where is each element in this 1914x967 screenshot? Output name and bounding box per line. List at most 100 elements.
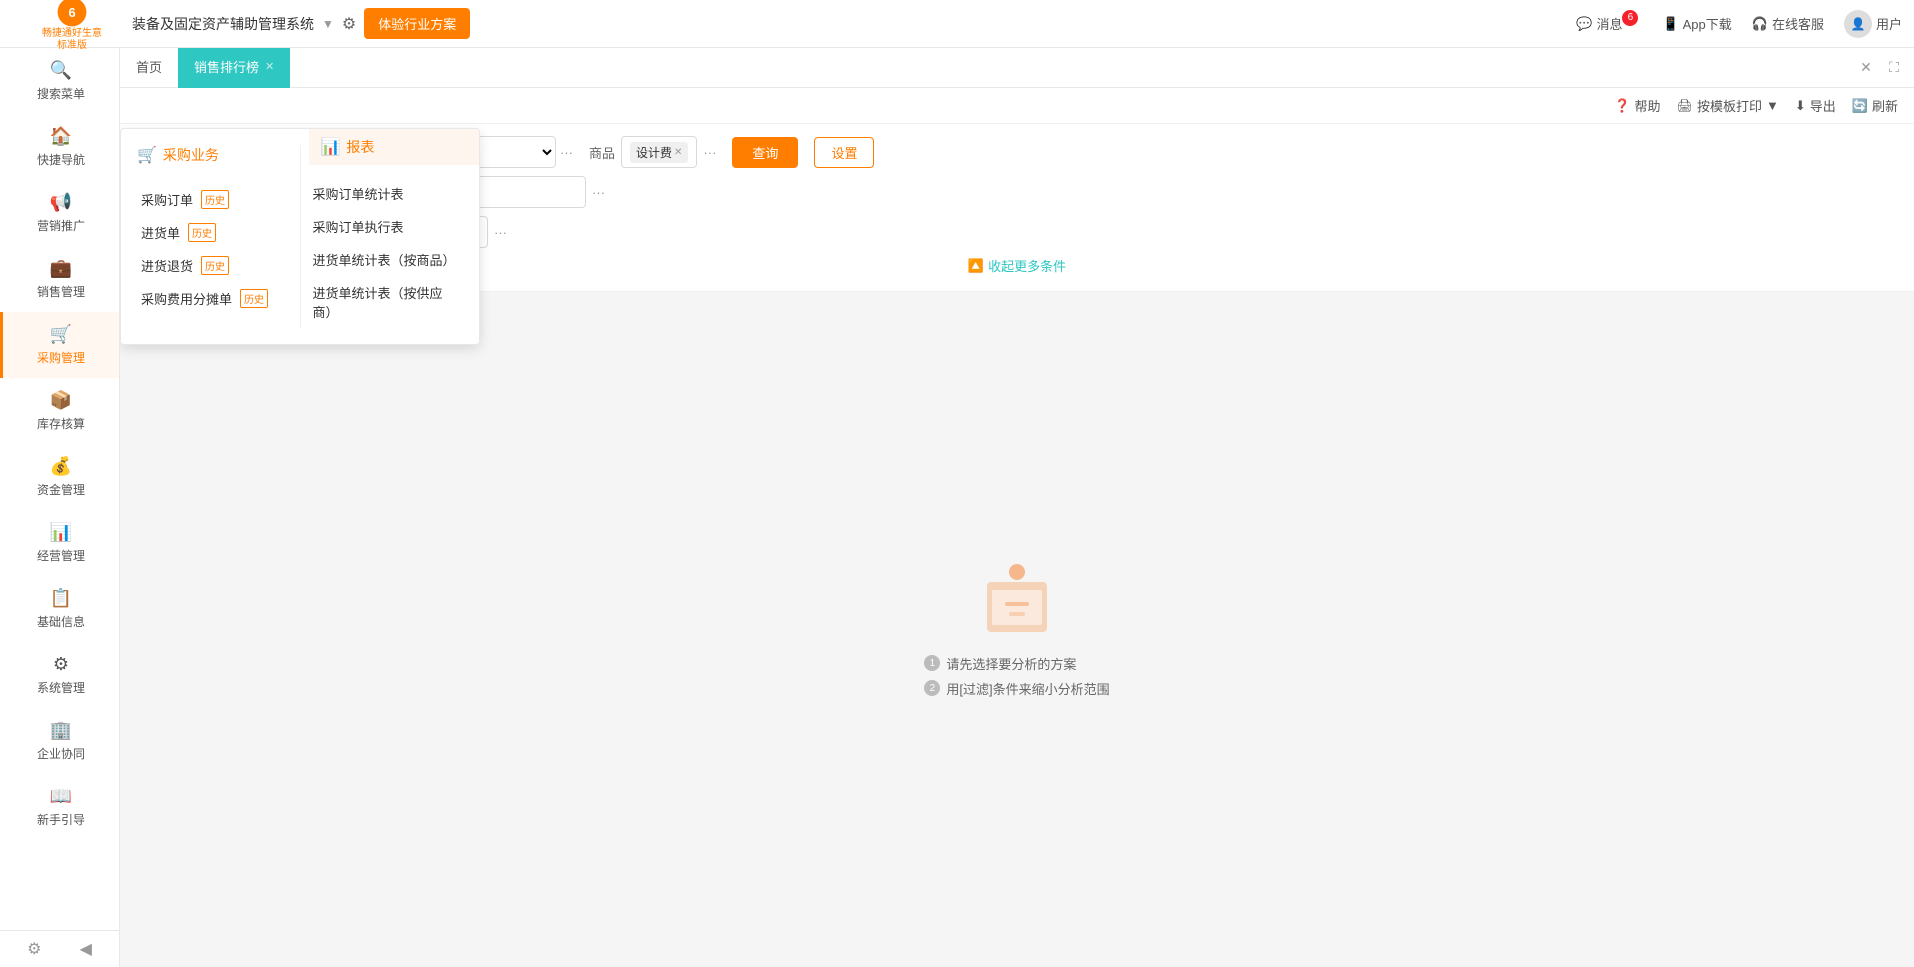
empty-state: 1 请先选择要分析的方案 2 用[过滤]条件来缩小分析范围 (120, 292, 1914, 967)
menu-item-order-stat[interactable]: 采购订单统计表 (309, 177, 464, 210)
content-wrapper: 🛒 采购业务 采购订单 历史 进货单 历史 进货退货 历史 (120, 88, 1914, 967)
system-icon: ⚙ (53, 654, 69, 675)
sidebar-item-inventory[interactable]: 📦 库存核算 (0, 378, 119, 444)
sidebar-item-purchase[interactable]: 🛒 采购管理 (0, 312, 119, 378)
query-button[interactable]: 查询 (732, 137, 798, 168)
goods-tag-text: 设计费 (636, 144, 672, 161)
collapse-icon: 🔼 (968, 258, 984, 274)
menu-col-purchase: 🛒 采购业务 采购订单 历史 进货单 历史 进货退货 历史 (137, 145, 292, 328)
goods-dots[interactable]: ··· (703, 145, 716, 160)
report-menu-icon: 📊 (321, 137, 341, 157)
tab-fullscreen-btn[interactable]: ⛶ (1882, 56, 1906, 80)
message-badge: 6 (1622, 10, 1638, 26)
header-right: 💬 消息 6 📱 App下载 🎧 在线客服 👤 用户 (1576, 10, 1902, 38)
sidebar-settings-icon[interactable]: ⚙ (27, 939, 41, 959)
step-num-2: 2 (924, 680, 940, 696)
sidebar-label-finance: 资金管理 (37, 481, 85, 498)
export-icon: ⬇ (1795, 98, 1806, 114)
customer-dots[interactable]: ··· (494, 225, 507, 240)
sidebar-item-sales[interactable]: 💼 销售管理 (0, 246, 119, 312)
headset-icon: 🎧 (1752, 16, 1768, 32)
collapse-btn[interactable]: 🔼 收起更多条件 (968, 256, 1066, 275)
menu-item-order-exec[interactable]: 采购订单执行表 (309, 210, 464, 243)
message-action[interactable]: 💬 消息 6 (1576, 14, 1642, 33)
user-action[interactable]: 👤 用户 (1844, 10, 1902, 38)
tab-close-icon[interactable]: ✕ (265, 60, 274, 73)
tab-controls: ✕ ⛶ (1846, 56, 1914, 80)
menu-divider (300, 145, 301, 328)
inventory-icon: 📦 (50, 390, 72, 411)
help-btn[interactable]: ❓ 帮助 (1614, 96, 1660, 115)
sidebar-item-operations[interactable]: 📊 经营管理 (0, 510, 119, 576)
finance-icon: 💰 (50, 456, 72, 477)
online-service-action[interactable]: 🎧 在线客服 (1752, 14, 1824, 33)
toolbar: ❓ 帮助 🖨 按模板打印 ▼ ⬇ 导出 🔄 刷新 (120, 88, 1914, 124)
tab-home[interactable]: 首页 (120, 48, 178, 88)
setting-button[interactable]: 设置 (814, 137, 874, 168)
avatar: 👤 (1844, 10, 1872, 38)
bill-status-dots[interactable]: ··· (560, 145, 573, 160)
content-area: 首页 销售排行榜 ✕ ✕ ⛶ 🛒 采购业务 (120, 48, 1914, 967)
trial-button[interactable]: 体验行业方案 (364, 8, 470, 39)
system-title-area: 装备及固定资产辅助管理系统 ▼ ⚙ 体验行业方案 (132, 8, 1576, 39)
sidebar-item-basic-info[interactable]: 📋 基础信息 (0, 576, 119, 642)
message-icon: 💬 (1576, 16, 1592, 32)
chevron-down-icon[interactable]: ▼ (322, 17, 334, 31)
hist-badge-2: 历史 (188, 223, 216, 242)
menu-item-expense[interactable]: 采购费用分摊单 历史 (137, 282, 292, 315)
help-icon: ❓ (1614, 98, 1630, 114)
sidebar-label-purchase: 采购管理 (37, 349, 85, 366)
message-label: 消息 (1596, 14, 1622, 33)
sidebar-bottom: ⚙ ◀ (0, 930, 119, 967)
empty-tip2-label: 用[过滤]条件来缩小分析范围 (946, 679, 1109, 698)
step-num-1: 1 (924, 655, 940, 671)
online-service-label: 在线客服 (1772, 14, 1824, 33)
empty-tip-1: 1 请先选择要分析的方案 (924, 654, 1109, 673)
sidebar-label-operations: 经营管理 (37, 547, 85, 564)
basic-info-icon: 📋 (50, 588, 72, 609)
sidebar-item-enterprise[interactable]: 🏢 企业协同 (0, 708, 119, 774)
user-label: 用户 (1876, 14, 1902, 33)
sidebar-label-quick-nav: 快捷导航 (37, 151, 85, 168)
menu-item-inbound-goods[interactable]: 进货单统计表（按商品） (309, 243, 464, 276)
menu-col-report-title: 📊 报表 (309, 129, 480, 165)
goods-tag-close[interactable]: ✕ (674, 147, 682, 158)
hist-badge-3: 历史 (201, 256, 229, 275)
menu-label-order-stat: 采购订单统计表 (313, 184, 404, 203)
menu-item-return[interactable]: 进货退货 历史 (137, 249, 292, 282)
sidebar-item-system[interactable]: ⚙ 系统管理 (0, 642, 119, 708)
menu-item-purchase-order[interactable]: 采购订单 历史 (137, 183, 292, 216)
sidebar-item-search[interactable]: 🔍 搜索菜单 (0, 48, 119, 114)
sidebar-item-newbie[interactable]: 📖 新手引导 (0, 774, 119, 840)
refresh-btn[interactable]: 🔄 刷新 (1852, 96, 1898, 115)
empty-tip-2: 2 用[过滤]条件来缩小分析范围 (924, 679, 1109, 698)
main-layout: 🔍 搜索菜单 🏠 快捷导航 📢 营销推广 💼 销售管理 🛒 采购管理 📦 库存核… (0, 48, 1914, 967)
print-btn[interactable]: 🖨 按模板打印 ▼ (1676, 96, 1778, 115)
staff-dots[interactable]: ··· (592, 185, 605, 200)
tab-sales-ranking[interactable]: 销售排行榜 ✕ (178, 48, 290, 88)
menu-item-inbound-supplier[interactable]: 进货单统计表（按供应商） (309, 276, 464, 328)
goods-tag: 设计费 ✕ (630, 142, 688, 163)
sidebar-collapse-icon[interactable]: ◀ (80, 939, 92, 959)
home-icon: 🏠 (50, 126, 72, 147)
sidebar-item-quick-nav[interactable]: 🏠 快捷导航 (0, 114, 119, 180)
sidebar-item-marketing[interactable]: 📢 营销推广 (0, 180, 119, 246)
phone-icon: 📱 (1662, 16, 1678, 32)
enterprise-icon: 🏢 (50, 720, 72, 741)
sidebar-label-sales: 销售管理 (37, 283, 85, 300)
sidebar-label-system: 系统管理 (37, 679, 85, 696)
print-chevron: ▼ (1766, 98, 1779, 113)
app-download-action[interactable]: 📱 App下载 (1662, 14, 1731, 33)
tab-close-btn[interactable]: ✕ (1854, 56, 1878, 80)
refresh-label: 刷新 (1872, 96, 1898, 115)
sidebar-label-newbie: 新手引导 (37, 811, 85, 828)
sidebar-item-finance[interactable]: 💰 资金管理 (0, 444, 119, 510)
print-label: 按模板打印 (1697, 96, 1762, 115)
operations-icon: 📊 (50, 522, 72, 543)
export-label: 导出 (1810, 96, 1836, 115)
system-gear-icon[interactable]: ⚙ (342, 14, 356, 34)
menu-item-receive[interactable]: 进货单 历史 (137, 216, 292, 249)
export-btn[interactable]: ⬇ 导出 (1795, 96, 1836, 115)
goods-tag-filter[interactable]: 设计费 ✕ (621, 136, 697, 168)
svg-text:6: 6 (68, 4, 75, 19)
